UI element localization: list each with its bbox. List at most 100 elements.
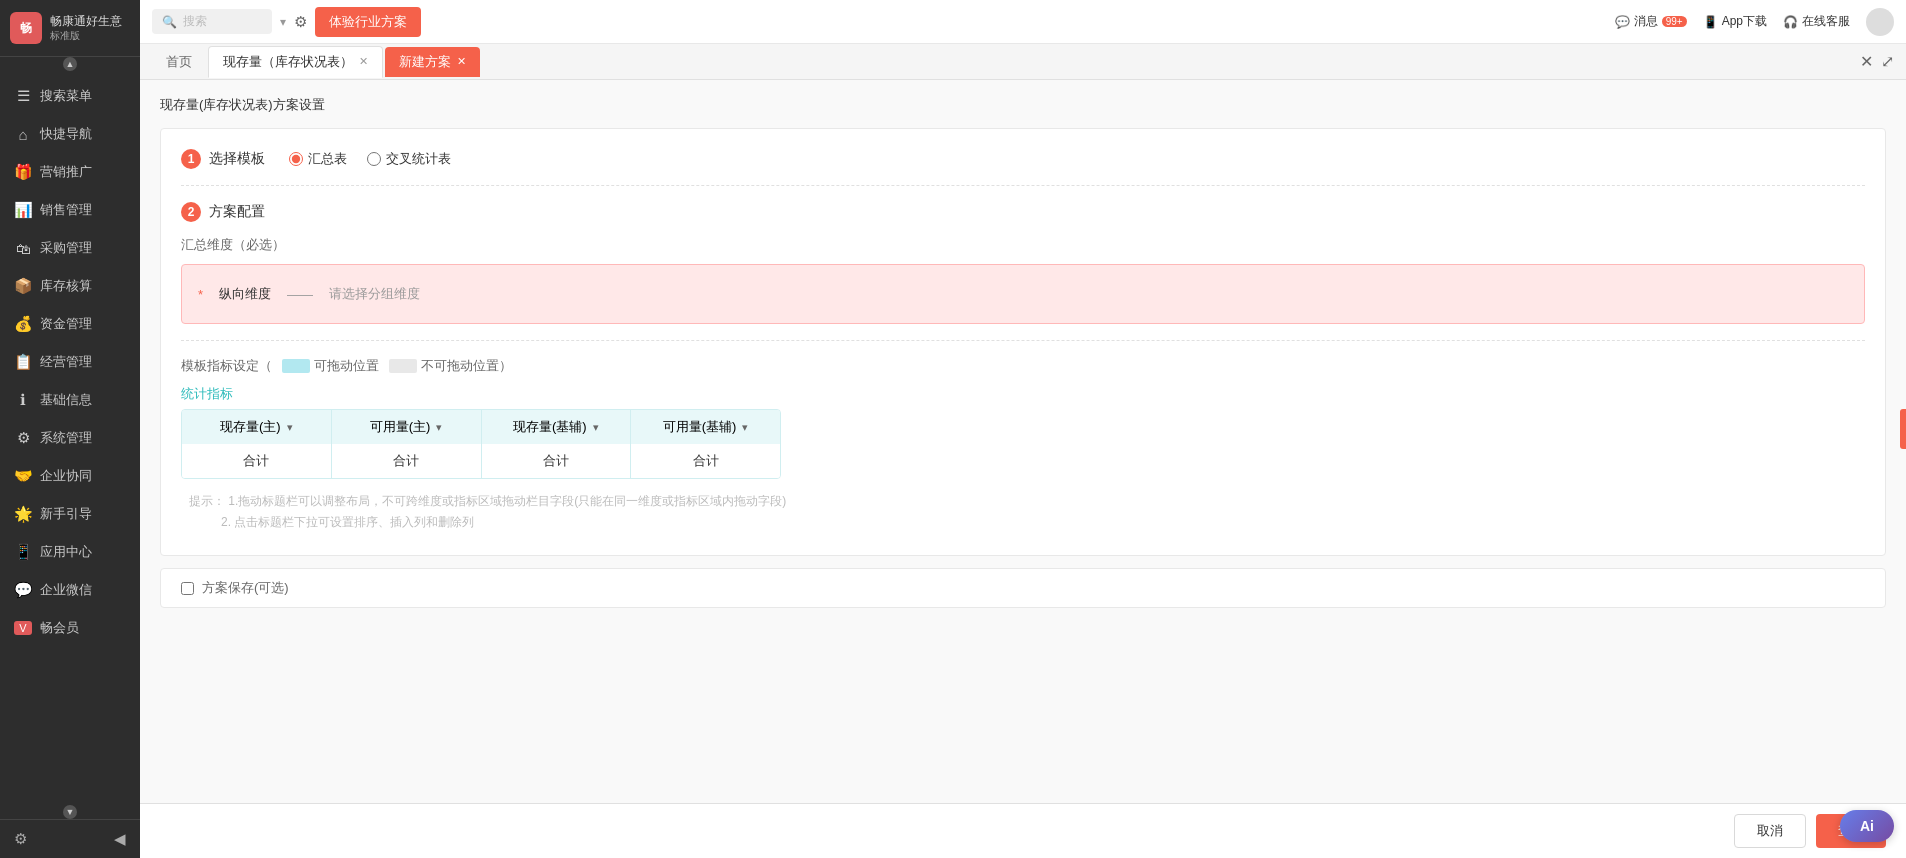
stats-col-label-1: 可用量(主) xyxy=(370,418,431,436)
handshake-icon: 🤝 xyxy=(14,467,32,485)
cancel-button[interactable]: 取消 xyxy=(1734,814,1806,848)
radio-summary-table[interactable]: 汇总表 xyxy=(289,150,347,168)
sidebar-item-search[interactable]: ☰ 搜索菜单 xyxy=(0,77,140,115)
star-icon: 🌟 xyxy=(14,505,32,523)
stats-col-header-0[interactable]: 现存量(主) ▾ xyxy=(182,410,332,444)
sidebar-item-vip[interactable]: V 畅会员 xyxy=(0,609,140,647)
step1-title: 选择模板 xyxy=(209,150,265,168)
message-label: 消息 xyxy=(1634,13,1658,30)
sidebar-item-quicknav-label: 快捷导航 xyxy=(40,125,92,143)
dimension-name-label: 纵向维度 xyxy=(219,285,271,303)
tabbar: 首页 现存量（库存状况表） ✕ 新建方案 ✕ ✕ ⤢ xyxy=(140,44,1906,80)
dimension-placeholder: 请选择分组维度 xyxy=(329,285,420,303)
shopping-icon: 🛍 xyxy=(14,240,32,257)
col-chevron-1[interactable]: ▾ xyxy=(436,421,442,434)
right-edge-indicator xyxy=(1900,409,1906,449)
sidebar-collapse-icon[interactable]: ◀ xyxy=(114,830,126,848)
sidebar-scroll-up[interactable]: ▲ xyxy=(0,57,140,71)
footer-bar: 方案保存(可选) xyxy=(160,568,1886,608)
tip-item-1: 2. 点击标题栏下拉可设置排序、插入列和删除列 xyxy=(221,514,1865,531)
content-area: 现存量(库存状况表)方案设置 1 选择模板 汇总表 交叉统计表 xyxy=(140,80,1906,803)
sidebar-item-basic-info[interactable]: ℹ 基础信息 xyxy=(0,381,140,419)
sidebar-item-quicknav[interactable]: ⌂ 快捷导航 xyxy=(0,115,140,153)
sidebar-scroll-down[interactable]: ▼ xyxy=(0,805,140,819)
step2-number: 2 xyxy=(181,202,201,222)
main-area: 🔍 搜索 ▾ ⚙ 体验行业方案 💬 消息 99+ 📱 App下载 🎧 在线客服 xyxy=(140,0,1906,858)
tab-expand-button[interactable]: ⤢ xyxy=(1881,52,1894,71)
col-chevron-3[interactable]: ▾ xyxy=(742,421,748,434)
stats-col-header-3[interactable]: 可用量(基辅) ▾ xyxy=(631,410,780,444)
search-icon: 🔍 xyxy=(162,15,177,29)
stats-col-header-1[interactable]: 可用量(主) ▾ xyxy=(332,410,482,444)
settings-icon[interactable]: ⚙ xyxy=(14,830,27,848)
user-avatar[interactable] xyxy=(1866,8,1894,36)
radio-summary-input[interactable] xyxy=(289,152,303,166)
sidebar-item-inventory[interactable]: 📦 库存核算 xyxy=(0,267,140,305)
topbar-chevron-icon[interactable]: ▾ xyxy=(280,15,286,29)
app-download-icon: 📱 xyxy=(1703,15,1718,29)
clipboard-icon: 📋 xyxy=(14,353,32,371)
sidebar-item-wechat[interactable]: 💬 企业微信 xyxy=(0,571,140,609)
online-service-button[interactable]: 🎧 在线客服 xyxy=(1783,13,1850,30)
sidebar-item-wechat-label: 企业微信 xyxy=(40,581,92,599)
stats-col-header-2[interactable]: 现存量(基辅) ▾ xyxy=(482,410,632,444)
stats-col-sub-1: 合计 xyxy=(393,452,419,470)
message-button[interactable]: 💬 消息 99+ xyxy=(1615,13,1687,30)
col-chevron-2[interactable]: ▾ xyxy=(593,421,599,434)
tab-new-plan-close-icon[interactable]: ✕ xyxy=(457,55,466,68)
tab-inventory-close-icon[interactable]: ✕ xyxy=(359,55,368,68)
topbar-gear-icon[interactable]: ⚙ xyxy=(294,13,307,31)
sidebar-item-management[interactable]: 📋 经营管理 xyxy=(0,343,140,381)
scroll-down-btn[interactable]: ▼ xyxy=(63,805,77,819)
topbar-search[interactable]: 🔍 搜索 xyxy=(152,9,272,34)
industry-plan-button[interactable]: 体验行业方案 xyxy=(315,7,421,37)
stats-col-label-2: 现存量(基辅) xyxy=(513,418,587,436)
unmovable-label: 不可拖动位置） xyxy=(421,357,512,375)
save-plan-checkbox[interactable] xyxy=(181,582,194,595)
tab-inventory-label: 现存量（库存状况表） xyxy=(223,53,353,71)
sidebar-item-cooperation[interactable]: 🤝 企业协同 xyxy=(0,457,140,495)
action-bar: 取消 查询 xyxy=(140,803,1906,858)
col-chevron-0[interactable]: ▾ xyxy=(287,421,293,434)
dimension-area[interactable]: * 纵向维度 —— 请选择分组维度 xyxy=(181,264,1865,324)
sidebar-item-finance[interactable]: 💰 资金管理 xyxy=(0,305,140,343)
gift-icon: 🎁 xyxy=(14,163,32,181)
tab-home[interactable]: 首页 xyxy=(152,47,206,77)
sidebar-item-marketing[interactable]: 🎁 营销推广 xyxy=(0,153,140,191)
sidebar-item-marketing-label: 营销推广 xyxy=(40,163,92,181)
tab-inventory[interactable]: 现存量（库存状况表） ✕ xyxy=(208,46,383,78)
wechat-icon: 💬 xyxy=(14,581,32,599)
stats-col-sub-3: 合计 xyxy=(693,452,719,470)
vip-icon: V xyxy=(14,621,32,635)
step1-number: 1 xyxy=(181,149,201,169)
sidebar-items: ☰ 搜索菜单 ⌂ 快捷导航 🎁 营销推广 📊 销售管理 🛍 采购管理 📦 库存核… xyxy=(0,71,140,805)
radio-summary-label: 汇总表 xyxy=(308,150,347,168)
box-icon: 📦 xyxy=(14,277,32,295)
app-edition: 标准版 xyxy=(50,29,122,43)
divider-2 xyxy=(181,340,1865,341)
unmovable-color-swatch xyxy=(389,359,417,373)
sidebar-item-basic-info-label: 基础信息 xyxy=(40,391,92,409)
sidebar-item-newuser[interactable]: 🌟 新手引导 xyxy=(0,495,140,533)
tip-item-0: 提示： 1.拖动标题栏可以调整布局，不可跨维度或指标区域拖动栏目字段(只能在同一… xyxy=(189,493,1865,510)
stats-col-sub-0: 合计 xyxy=(243,452,269,470)
tab-close-button[interactable]: ✕ xyxy=(1860,52,1873,71)
chart-icon: 📊 xyxy=(14,201,32,219)
ai-button[interactable]: Ai xyxy=(1840,810,1894,842)
radio-cross-table[interactable]: 交叉统计表 xyxy=(367,150,451,168)
sidebar-item-cooperation-label: 企业协同 xyxy=(40,467,92,485)
radio-cross-input[interactable] xyxy=(367,152,381,166)
sidebar-item-system[interactable]: ⚙ 系统管理 xyxy=(0,419,140,457)
sidebar-logo: 畅 畅康通好生意 标准版 xyxy=(0,0,140,57)
tab-new-plan[interactable]: 新建方案 ✕ xyxy=(385,47,480,77)
online-service-label: 在线客服 xyxy=(1802,13,1850,30)
tips-area: 提示： 1.拖动标题栏可以调整布局，不可跨维度或指标区域拖动栏目字段(只能在同一… xyxy=(181,493,1865,531)
sidebar-item-apps[interactable]: 📱 应用中心 xyxy=(0,533,140,571)
movable-color-swatch xyxy=(282,359,310,373)
scroll-up-btn[interactable]: ▲ xyxy=(63,57,77,71)
indicator-legend-unmovable: 不可拖动位置） xyxy=(389,357,512,375)
topbar: 🔍 搜索 ▾ ⚙ 体验行业方案 💬 消息 99+ 📱 App下载 🎧 在线客服 xyxy=(140,0,1906,44)
sidebar-item-purchase[interactable]: 🛍 采购管理 xyxy=(0,229,140,267)
sidebar-item-sales[interactable]: 📊 销售管理 xyxy=(0,191,140,229)
app-download-button[interactable]: 📱 App下载 xyxy=(1703,13,1767,30)
